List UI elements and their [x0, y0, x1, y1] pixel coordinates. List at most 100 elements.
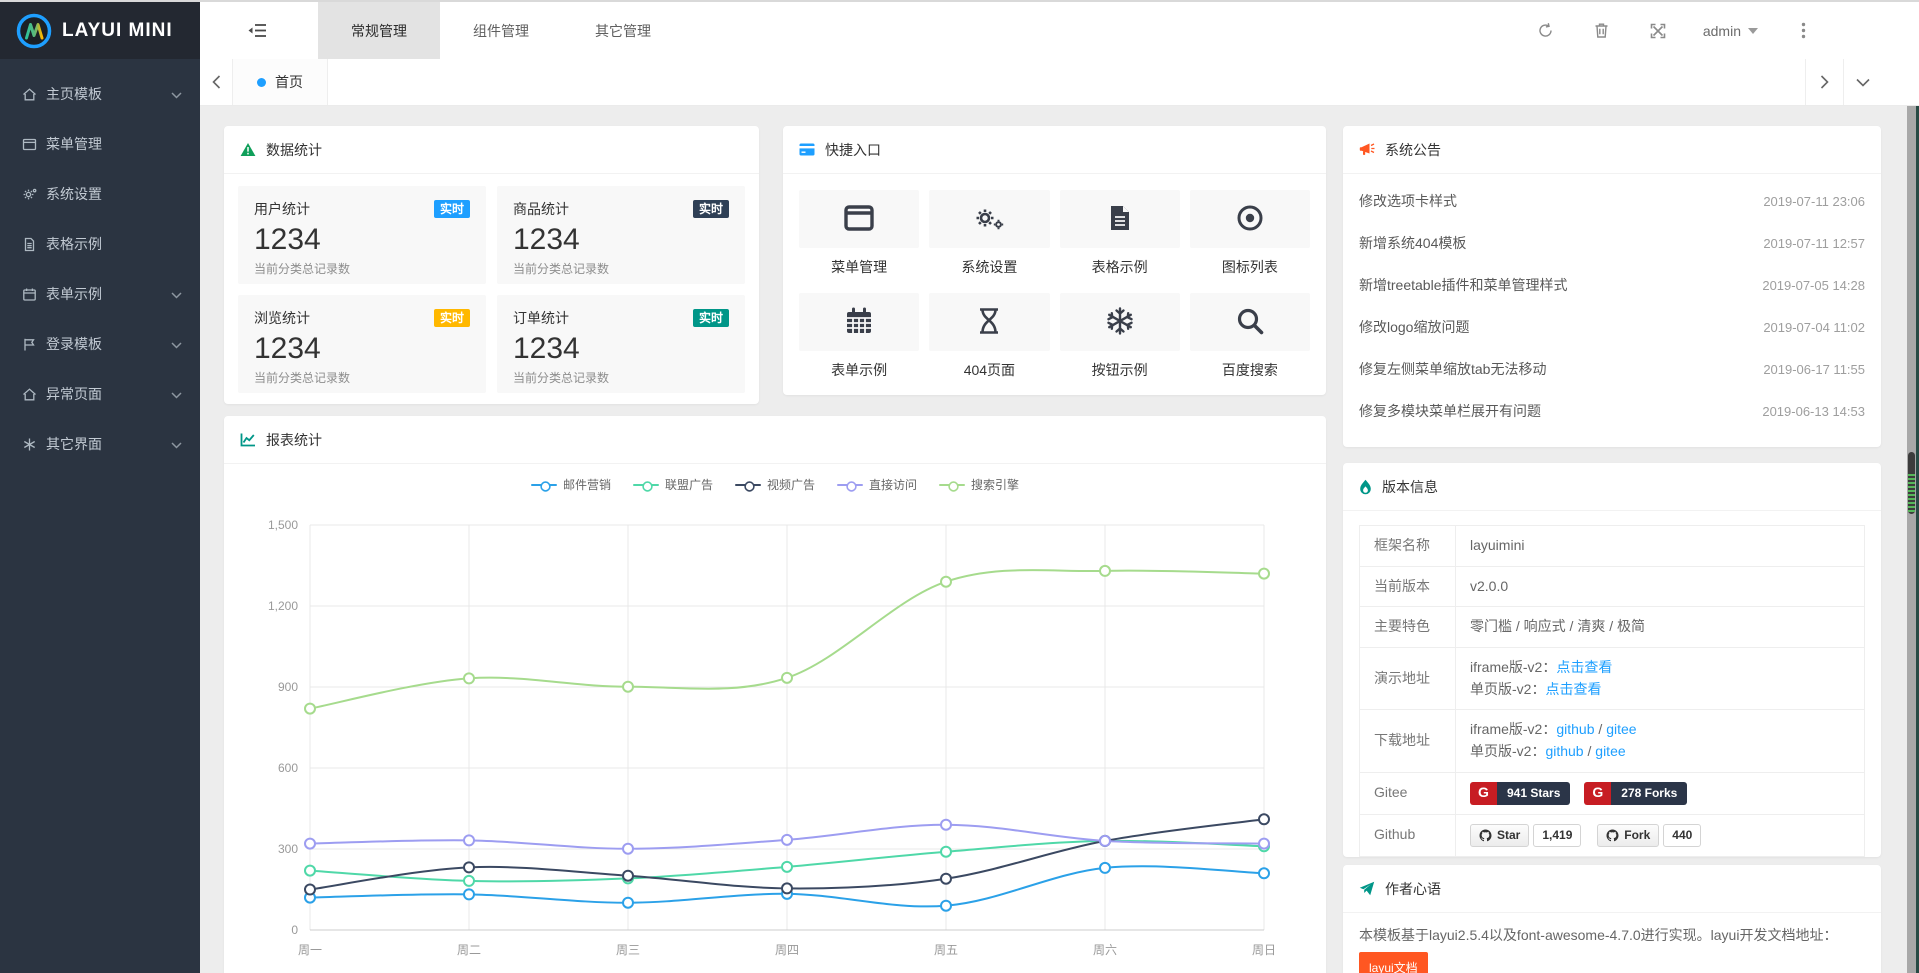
sidebar-item-home[interactable]: 主页模板 [0, 69, 200, 119]
trash-icon[interactable] [1591, 20, 1613, 42]
announcement-text: 新增系统404模板 [1359, 233, 1466, 253]
sidebar-item-label: 主页模板 [46, 84, 171, 104]
announcement-item[interactable]: 新增treetable插件和菜单管理样式 2019-07-05 14:28 [1359, 264, 1865, 306]
sidebar-item-system-settings[interactable]: 系统设置 [0, 169, 200, 219]
download-gitee-link[interactable]: gitee [1595, 743, 1625, 759]
stat-label: 订单统计 [513, 308, 569, 328]
gears-icon [22, 187, 46, 202]
announcement-item[interactable]: 修复多模块菜单栏展开有问题 2019-06-13 14:53 [1359, 390, 1865, 432]
card-author-words: 作者心语 本模板基于layui2.5.4以及font-awesome-4.7.0… [1343, 865, 1881, 973]
announcement-list: 修改选项卡样式 2019-07-11 23:06 新增系统404模板 2019-… [1343, 174, 1881, 438]
tabs-dropdown-icon[interactable] [1843, 59, 1881, 105]
sidebar-item-label: 表单示例 [46, 284, 171, 304]
github-fork-label: Fork [1624, 826, 1650, 845]
card-data-statistics: 数据统计 用户统计实时 1234 当前分类总记录数 商品统计实时 1234 当前… [224, 126, 759, 404]
sidebar-item-menu-manage[interactable]: 菜单管理 [0, 119, 200, 169]
card-report-statistics: 报表统计 邮件营销联盟广告视频广告直接访问搜索引擎 周一周二周三周四周五周六周日… [224, 416, 1326, 973]
github-star-button[interactable]: Star [1470, 824, 1529, 847]
layui-doc-button[interactable]: layui文档 [1359, 952, 1428, 973]
quick-tile-table-demo[interactable]: 表格示例 [1060, 190, 1180, 277]
quick-tile-404-page[interactable]: 404页面 [929, 293, 1049, 380]
table-row: Github Star1,419 Fork 440 [1360, 814, 1865, 856]
quick-tile-form-demo[interactable]: 表单示例 [799, 293, 919, 380]
warning-triangle-icon [240, 142, 256, 157]
stat-caption: 当前分类总记录数 [513, 369, 729, 386]
gitee-stars-badge[interactable]: G941 Stars [1470, 782, 1570, 805]
download-github-link[interactable]: github [1556, 721, 1594, 737]
status-badge: 实时 [693, 200, 729, 218]
announcement-item[interactable]: 修复左侧菜单缩放tab无法移动 2019-06-17 11:55 [1359, 348, 1865, 390]
sidebar-item-label: 登录模板 [46, 334, 171, 354]
stat-box-views: 浏览统计实时 1234 当前分类总记录数 [238, 295, 486, 393]
tab-component-manage[interactable]: 组件管理 [440, 2, 562, 59]
table-row: Gitee G941 Stars G278 Forks [1360, 772, 1865, 814]
quick-tile-system-settings[interactable]: 系统设置 [929, 190, 1049, 277]
tab-general-manage[interactable]: 常规管理 [318, 2, 440, 59]
row-label: Github [1360, 814, 1456, 856]
sidebar-menu: 主页模板 菜单管理 系统设置 表格示例 表单示例 登录模板 异常页面 [0, 59, 200, 469]
separator: / [1595, 721, 1607, 737]
tab-home[interactable]: 首页 [233, 59, 328, 105]
svg-text:周二: 周二 [457, 943, 481, 957]
tabs-scroll-left-icon[interactable] [200, 59, 233, 105]
top-header: 常规管理 组件管理 其它管理 admin [200, 2, 1919, 59]
svg-text:1,200: 1,200 [268, 599, 298, 613]
github-star-count[interactable]: 1,419 [1533, 824, 1581, 847]
user-menu[interactable]: admin [1703, 23, 1758, 39]
sidebar-item-label: 表格示例 [46, 234, 182, 254]
quick-tile-menu-manage[interactable]: 菜单管理 [799, 190, 919, 277]
announcement-item[interactable]: 修改logo缩放问题 2019-07-04 11:02 [1359, 306, 1865, 348]
quick-tile-label: 表单示例 [799, 360, 919, 380]
fullscreen-icon[interactable] [1647, 20, 1669, 42]
github-fork-count[interactable]: 440 [1663, 824, 1701, 847]
stat-value: 1234 [513, 332, 729, 365]
vertical-scrollbar [1907, 106, 1919, 973]
download-gitee-link[interactable]: gitee [1606, 721, 1636, 737]
scrollbar-thumb[interactable] [1908, 452, 1915, 514]
tabs-scroll-right-icon[interactable] [1805, 59, 1843, 105]
stat-box-goods: 商品统计实时 1234 当前分类总记录数 [497, 186, 745, 284]
refresh-icon[interactable] [1535, 20, 1557, 42]
sidebar-item-form-demo[interactable]: 表单示例 [0, 269, 200, 319]
quick-tile-button-demo[interactable]: 按钮示例 [1060, 293, 1180, 380]
quick-tile-label: 表格示例 [1060, 257, 1180, 277]
tab-other-manage[interactable]: 其它管理 [562, 2, 684, 59]
layui-logo-icon [16, 13, 52, 49]
svg-text:周一: 周一 [298, 943, 322, 957]
download-github-link[interactable]: github [1545, 743, 1583, 759]
collapse-sidebar-icon[interactable] [230, 2, 285, 59]
quick-tile-baidu-search[interactable]: 百度搜索 [1190, 293, 1310, 380]
sidebar-item-other-ui[interactable]: 其它界面 [0, 419, 200, 469]
sidebar-item-table-demo[interactable]: 表格示例 [0, 219, 200, 269]
svg-text:周五: 周五 [934, 943, 958, 957]
gitee-forks-badge[interactable]: G278 Forks [1584, 782, 1687, 805]
row-label: 主要特色 [1360, 607, 1456, 648]
sidebar-item-error-pages[interactable]: 异常页面 [0, 369, 200, 419]
github-fork-button[interactable]: Fork [1597, 824, 1659, 847]
chart-container: 邮件营销联盟广告视频广告直接访问搜索引擎 周一周二周三周四周五周六周日03006… [224, 464, 1326, 973]
sidebar-item-login-template[interactable]: 登录模板 [0, 319, 200, 369]
table-row: 下载地址 iframe版-v2：github / gitee 单页版-v2：gi… [1360, 710, 1865, 772]
demo-link-iframe[interactable]: 点击查看 [1556, 659, 1612, 675]
announcement-item[interactable]: 新增系统404模板 2019-07-11 12:57 [1359, 222, 1865, 264]
window-icon [844, 205, 874, 234]
row-value: iframe版-v2：点击查看 单页版-v2：点击查看 [1456, 648, 1865, 710]
card-header: 数据统计 [224, 126, 759, 174]
home-icon [22, 387, 46, 402]
more-vertical-icon[interactable] [1792, 20, 1814, 42]
quick-tile-icon-list[interactable]: 图标列表 [1190, 190, 1310, 277]
row-value: G941 Stars G278 Forks [1456, 772, 1865, 814]
download-line2-prefix: 单页版-v2： [1470, 743, 1545, 759]
row-value: Star1,419 Fork 440 [1456, 814, 1865, 856]
dot-circle-icon [1236, 204, 1264, 235]
announcement-item[interactable]: 修改选项卡样式 2019-07-11 23:06 [1359, 180, 1865, 222]
search-icon [1236, 307, 1264, 338]
author-text: 本模板基于layui2.5.4以及font-awesome-4.7.0进行实现。… [1359, 927, 1837, 943]
announcement-date: 2019-06-13 14:53 [1762, 404, 1865, 419]
logo-bar[interactable]: LAYUI MINI [0, 2, 200, 59]
announcement-date: 2019-07-11 23:06 [1763, 194, 1865, 209]
demo-link-onepage[interactable]: 点击查看 [1545, 681, 1601, 697]
megaphone-icon [1359, 142, 1375, 157]
asterisk-icon [22, 437, 46, 452]
svg-text:周日: 周日 [1252, 943, 1276, 957]
